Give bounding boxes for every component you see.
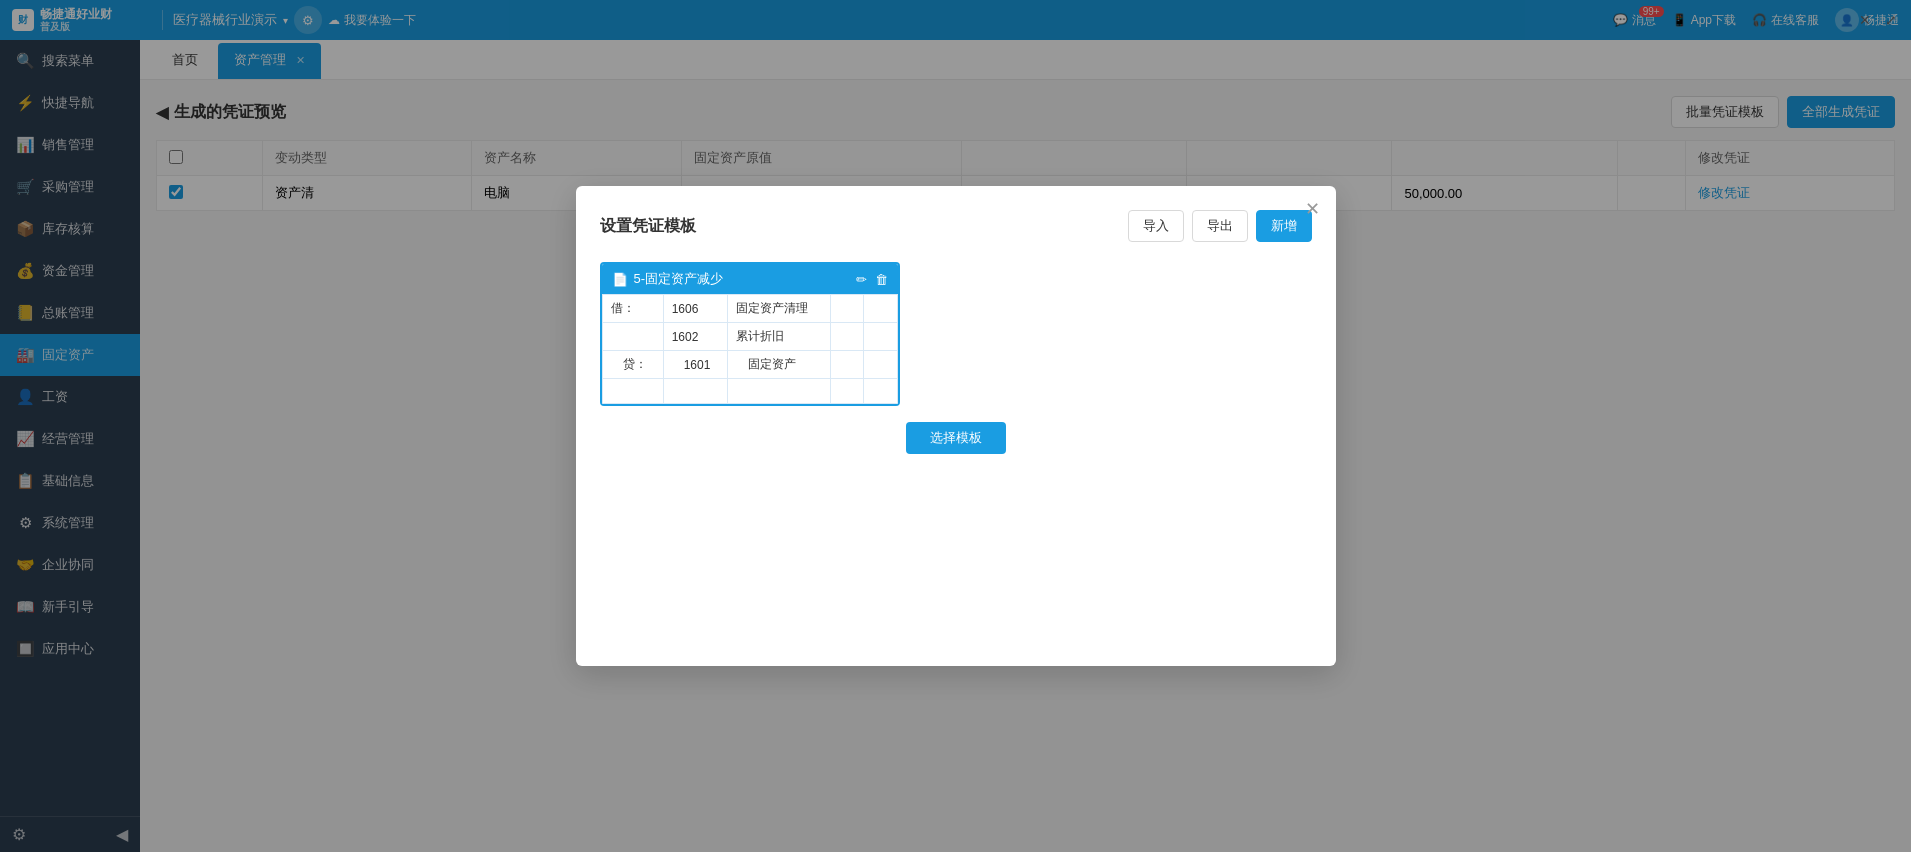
entry-code: 1606: [663, 295, 727, 323]
entry-code: 1601: [663, 351, 727, 379]
template-edit-icon[interactable]: ✏: [856, 272, 867, 287]
template-card: 📄 5-固定资产减少 ✏ 🗑 借： 1606 固: [600, 262, 900, 406]
entry-type: 借：: [602, 295, 663, 323]
entry-type: [602, 323, 663, 351]
entry-extra: [864, 351, 897, 379]
template-card-header-actions: ✏ 🗑: [856, 272, 888, 287]
template-entries-table: 借： 1606 固定资产清理 1602 累计折旧: [602, 294, 898, 404]
entry-name: 累计折旧: [727, 323, 830, 351]
template-entry-row: 1602 累计折旧: [602, 323, 897, 351]
modal-close-button[interactable]: ✕: [1305, 198, 1320, 220]
entry-amount: [830, 351, 863, 379]
template-delete-icon[interactable]: 🗑: [875, 272, 888, 287]
entry-amount: [830, 295, 863, 323]
entry-name: 固定资产: [727, 351, 830, 379]
modal-dialog: 设置凭证模板 导入 导出 新增 ✕ 📄 5-固定资产减少 ✏ 🗑: [576, 186, 1336, 666]
entry-extra: [864, 295, 897, 323]
modal-title: 设置凭证模板: [600, 216, 696, 237]
select-template-button[interactable]: 选择模板: [906, 422, 1006, 454]
template-card-header-left: 📄 5-固定资产减少: [612, 270, 724, 288]
modal-header-actions: 导入 导出 新增: [1128, 210, 1312, 242]
new-template-button[interactable]: 新增: [1256, 210, 1312, 242]
modal-header: 设置凭证模板 导入 导出 新增: [600, 210, 1312, 242]
modal-body: 📄 5-固定资产减少 ✏ 🗑 借： 1606 固: [600, 262, 1312, 454]
export-button[interactable]: 导出: [1192, 210, 1248, 242]
template-empty-row: [602, 379, 897, 404]
template-card-header: 📄 5-固定资产减少 ✏ 🗑: [602, 264, 898, 294]
entry-code: 1602: [663, 323, 727, 351]
entry-name: 固定资产清理: [727, 295, 830, 323]
entry-type: 贷：: [602, 351, 663, 379]
entry-extra: [864, 323, 897, 351]
template-entry-row: 借： 1606 固定资产清理: [602, 295, 897, 323]
template-entry-row: 贷： 1601 固定资产: [602, 351, 897, 379]
template-name: 5-固定资产减少: [634, 270, 724, 288]
template-doc-icon: 📄: [612, 272, 628, 287]
template-card-body: 借： 1606 固定资产清理 1602 累计折旧: [602, 294, 898, 404]
import-button[interactable]: 导入: [1128, 210, 1184, 242]
modal-overlay[interactable]: 设置凭证模板 导入 导出 新增 ✕ 📄 5-固定资产减少 ✏ 🗑: [0, 0, 1911, 852]
entry-amount: [830, 323, 863, 351]
